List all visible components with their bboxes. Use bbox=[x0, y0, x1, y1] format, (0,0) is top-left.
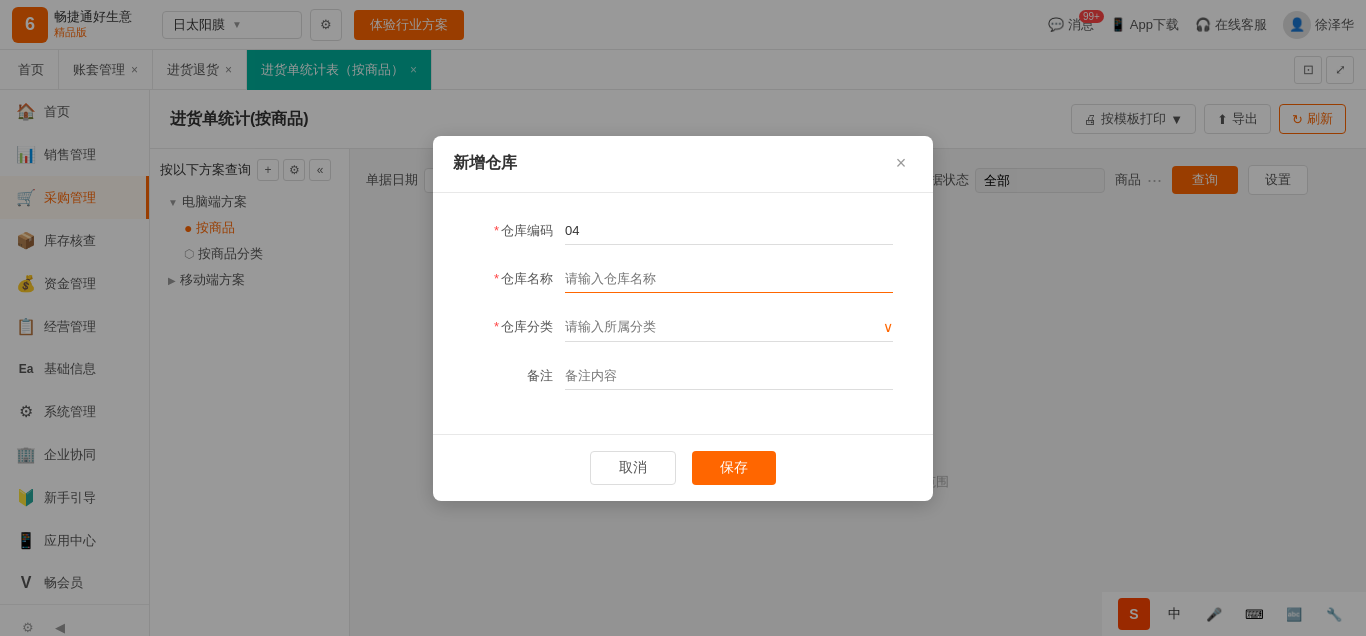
category-label: 仓库分类 bbox=[473, 318, 553, 336]
dialog-title: 新增仓库 bbox=[453, 153, 517, 174]
dialog-header: 新增仓库 × bbox=[433, 136, 933, 193]
name-label: 仓库名称 bbox=[473, 270, 553, 288]
new-warehouse-dialog: 新增仓库 × 仓库编码 仓库名称 仓库分类 ∨ bbox=[433, 136, 933, 501]
remark-label: 备注 bbox=[473, 367, 553, 385]
remark-input[interactable] bbox=[565, 362, 893, 390]
form-row-name: 仓库名称 bbox=[473, 265, 893, 293]
dialog-close-button[interactable]: × bbox=[889, 152, 913, 176]
form-row-category: 仓库分类 ∨ bbox=[473, 313, 893, 342]
code-input[interactable] bbox=[565, 217, 893, 245]
code-label: 仓库编码 bbox=[473, 222, 553, 240]
form-row-code: 仓库编码 bbox=[473, 217, 893, 245]
modal-overlay[interactable]: 新增仓库 × 仓库编码 仓库名称 仓库分类 ∨ bbox=[0, 0, 1366, 636]
name-input[interactable] bbox=[565, 265, 893, 293]
dialog-footer: 取消 保存 bbox=[433, 434, 933, 501]
save-button[interactable]: 保存 bbox=[692, 451, 776, 485]
category-select-row: ∨ bbox=[565, 313, 893, 342]
cancel-button[interactable]: 取消 bbox=[590, 451, 676, 485]
category-input[interactable] bbox=[565, 319, 883, 334]
form-row-remark: 备注 bbox=[473, 362, 893, 390]
category-dropdown-icon[interactable]: ∨ bbox=[883, 319, 893, 335]
dialog-body: 仓库编码 仓库名称 仓库分类 ∨ 备注 bbox=[433, 193, 933, 434]
